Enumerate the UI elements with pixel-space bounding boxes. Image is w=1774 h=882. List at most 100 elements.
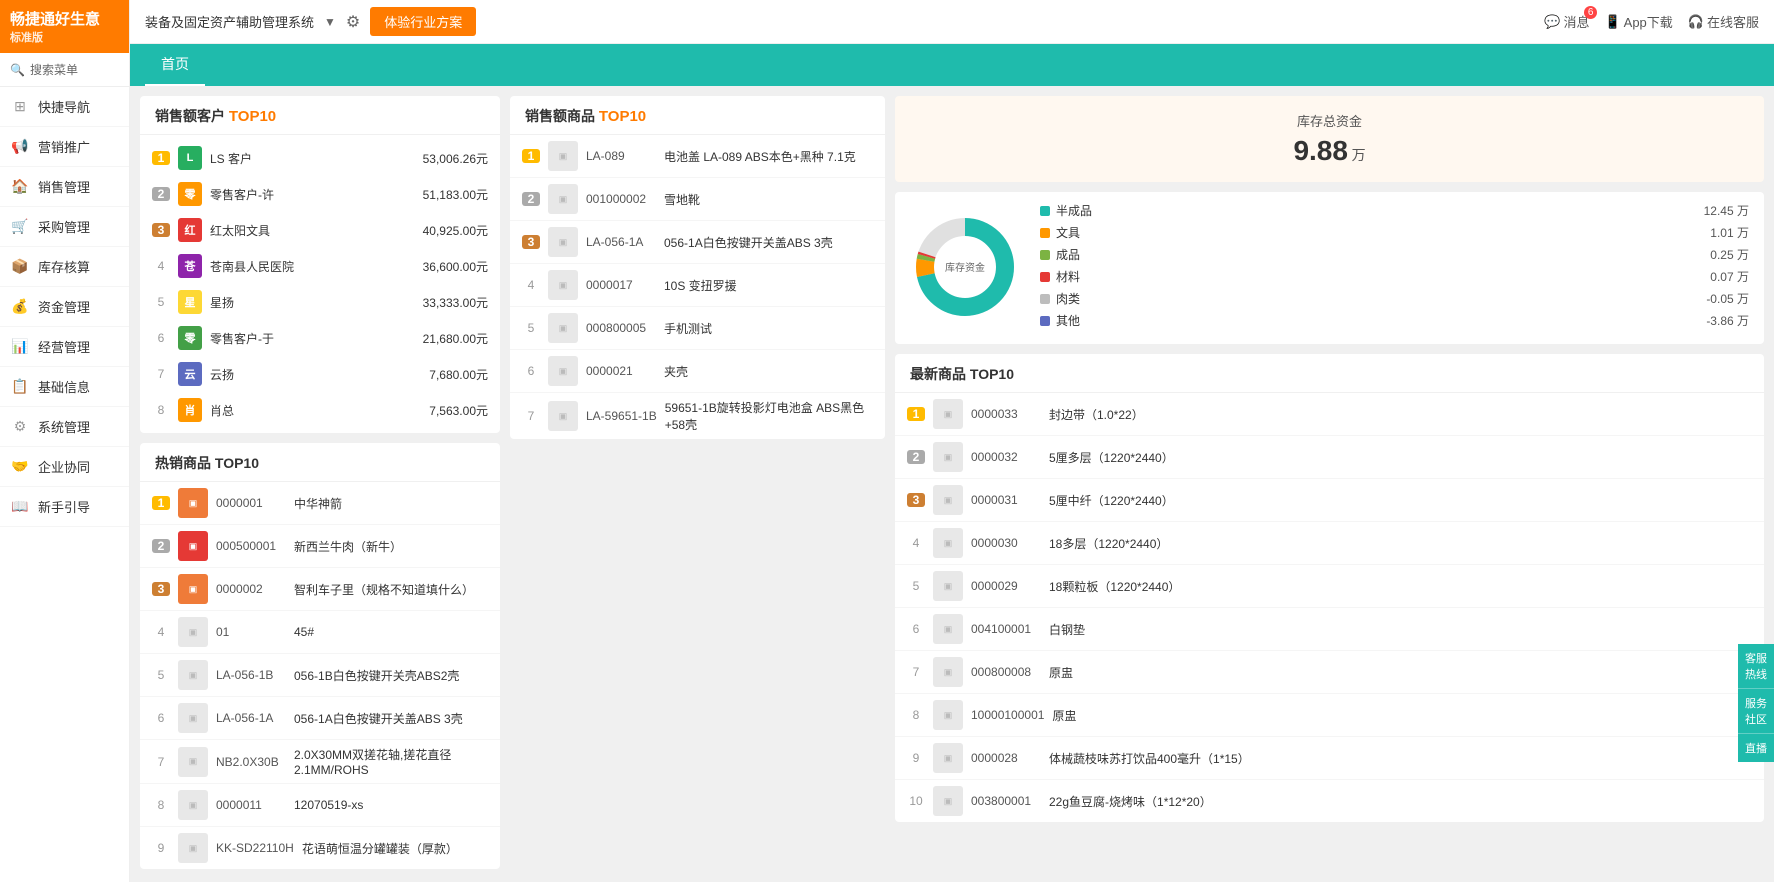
newest-list: 1 ▣ 0000033 封边带（1.0*22） 2 ▣ 0000032 5厘多层… — [895, 393, 1764, 822]
product-image: ▣ — [933, 743, 963, 773]
customer-avatar: 苍 — [178, 254, 202, 278]
product-name: 电池盖 LA-089 ABS本色+黑种 7.1克 — [664, 148, 873, 165]
sidebar-item-system[interactable]: ⚙ 系统管理 — [0, 407, 129, 447]
customer-rank-list: 1 L LS 客户 53,006.26元 2 零 零售客户-许 51,183.0… — [140, 135, 500, 433]
tab-home[interactable]: 首页 — [145, 44, 205, 86]
customer-name: 红太阳文具 — [210, 222, 415, 239]
hot-products-list: 1 ▣ 0000001 中华神箭 2 ▣ 000500001 新西兰牛肉（新牛）… — [140, 482, 500, 869]
sidebar-item-label: 基础信息 — [38, 377, 90, 396]
product-code: LA-056-1A — [216, 711, 286, 725]
sidebar-item-label: 系统管理 — [38, 417, 90, 436]
product-name: 封边带（1.0*22） — [1049, 406, 1752, 423]
rank-number: 3 — [907, 493, 925, 507]
legend-value: 12.45 万 — [1704, 202, 1749, 219]
middle-product-row: 4 ▣ 0000017 10S 变扭罗援 — [510, 264, 885, 307]
sidebar-item-guide[interactable]: 📖 新手引导 — [0, 487, 129, 527]
customer-rank-row: 1 L LS 客户 53,006.26元 — [140, 140, 500, 176]
chart-label: 库存资金 — [945, 261, 985, 274]
newest-product-row: 7 ▣ 000800008 原盅 — [895, 651, 1764, 694]
newest-products-card: 最新商品 TOP10 1 ▣ 0000033 封边带（1.0*22） 2 ▣ 0… — [895, 354, 1764, 822]
rank-number: 1 — [907, 407, 925, 421]
sidebar-item-sales[interactable]: 🏠 销售管理 — [0, 167, 129, 207]
product-image: ▣ — [178, 617, 208, 647]
search-menu[interactable]: 🔍 搜索菜单 — [0, 53, 129, 87]
product-image: ▣ — [933, 614, 963, 644]
legend-name: 肉类 — [1056, 290, 1700, 307]
trial-button[interactable]: 体验行业方案 — [370, 7, 476, 36]
customer-avatar: 星 — [178, 290, 202, 314]
product-image: ▣ — [548, 141, 578, 171]
float-service-btn[interactable]: 直播 — [1738, 734, 1774, 762]
product-code: 01 — [216, 625, 286, 639]
topbar-right: 💬 消息 6 📱 App下载 🎧 在线客服 — [1544, 12, 1759, 31]
middle-list: 1 ▣ LA-089 电池盖 LA-089 ABS本色+黑种 7.1克 2 ▣ … — [510, 135, 885, 439]
product-image: ▣ — [548, 313, 578, 343]
mobile-icon: 📱 — [1604, 14, 1620, 30]
app-download-btn[interactable]: 📱 App下载 — [1604, 12, 1672, 31]
dropdown-arrow[interactable]: ▼ — [324, 15, 336, 29]
sidebar-item-operations[interactable]: 📊 经营管理 — [0, 327, 129, 367]
newest-products-label: 最新商品 TOP10 — [910, 366, 1014, 382]
system-name: 装备及固定资产辅助管理系统 — [145, 12, 314, 31]
newest-product-row: 10 ▣ 003800001 22g鱼豆腐-烧烤味（1*12*20） — [895, 780, 1764, 822]
rank-number: 3 — [152, 223, 170, 237]
float-service-btn[interactable]: 客服热线 — [1738, 644, 1774, 689]
product-image: ▣ — [178, 488, 208, 518]
sidebar-item-cooperation[interactable]: 🤝 企业协同 — [0, 447, 129, 487]
float-service: 客服热线服务社区直播 — [1738, 644, 1774, 762]
sidebar-item-label: 销售管理 — [38, 177, 90, 196]
product-code: 10000100001 — [971, 708, 1044, 722]
inventory-value-unit: 万 — [1352, 147, 1366, 163]
legend-color — [1040, 206, 1050, 216]
product-name: 夹壳 — [664, 363, 873, 380]
top10-badge: TOP10 — [229, 108, 276, 125]
hot-products-title: 热销商品 TOP10 — [140, 443, 500, 482]
customer-rank-row: 4 苍 苍南县人民医院 36,600.00元 — [140, 248, 500, 284]
main-area: 装备及固定资产辅助管理系统 ▼ ⚙ 体验行业方案 💬 消息 6 📱 App下载 … — [130, 0, 1774, 882]
online-service-btn[interactable]: 🎧 在线客服 — [1688, 12, 1759, 31]
logo-title: 畅捷通好生意 — [10, 8, 100, 29]
hot-product-row: 8 ▣ 0000011 12070519-xs — [140, 784, 500, 827]
sidebar-item-purchase[interactable]: 🛒 采购管理 — [0, 207, 129, 247]
hot-product-row: 5 ▣ LA-056-1B 056-1B白色按键开关壳ABS2壳 — [140, 654, 500, 697]
rank-number: 1 — [522, 149, 540, 163]
newest-products-title: 最新商品 TOP10 — [895, 354, 1764, 393]
sidebar-item-label: 营销推广 — [38, 137, 90, 156]
sidebar-item-finance[interactable]: 💰 资金管理 — [0, 287, 129, 327]
rank-number: 6 — [907, 622, 925, 636]
app-download-label: App下载 — [1624, 12, 1673, 31]
inventory-icon: 📦 — [10, 258, 30, 275]
product-code: KK-SD22110H — [216, 841, 294, 855]
product-image: ▣ — [178, 747, 208, 777]
product-code: NB2.0X30B — [216, 755, 286, 769]
sidebar: 畅捷通好生意 标准版 🔍 搜索菜单 ⊞ 快捷导航 📢 营销推广 🏠 销售管理 🛒… — [0, 0, 130, 882]
customer-name: 苍南县人民医院 — [210, 258, 415, 275]
sidebar-item-basic-info[interactable]: 📋 基础信息 — [0, 367, 129, 407]
app-logo: 畅捷通好生意 标准版 — [0, 0, 129, 53]
product-image: ▣ — [933, 528, 963, 558]
sidebar-item-label: 快捷导航 — [38, 97, 90, 116]
product-name: 新西兰牛肉（新牛） — [294, 538, 488, 555]
donut-area: 库存资金 半成品 12.45 万 文具 1.01 万 成品 0.25 万 材料 … — [895, 192, 1764, 344]
rank-number: 5 — [152, 668, 170, 682]
product-image: ▣ — [548, 356, 578, 386]
sidebar-item-marketing[interactable]: 📢 营销推广 — [0, 127, 129, 167]
settings-icon[interactable]: ⚙ — [346, 12, 360, 32]
rank-number: 4 — [522, 278, 540, 292]
rank-number: 2 — [152, 539, 170, 553]
product-code: 0000029 — [971, 579, 1041, 593]
legend-value: 0.25 万 — [1710, 246, 1749, 263]
sidebar-item-quick-nav[interactable]: ⊞ 快捷导航 — [0, 87, 129, 127]
middle-product-row: 7 ▣ LA-59651-1B 59651-1B旋转投影灯电池盒 ABS黑色+5… — [510, 393, 885, 439]
customer-value: 53,006.26元 — [423, 150, 488, 167]
customer-rank-row: 5 星 星扬 33,333.00元 — [140, 284, 500, 320]
product-name: 原盅 — [1052, 707, 1752, 724]
rank-number: 7 — [907, 665, 925, 679]
sidebar-item-inventory[interactable]: 📦 库存核算 — [0, 247, 129, 287]
product-code: LA-089 — [586, 149, 656, 163]
message-btn[interactable]: 💬 消息 6 — [1544, 12, 1589, 31]
float-service-btn[interactable]: 服务社区 — [1738, 689, 1774, 734]
legend-value: -3.86 万 — [1706, 312, 1749, 329]
hot-product-row: 3 ▣ 0000002 智利车子里（规格不知道填什么） — [140, 568, 500, 611]
product-code: 001000002 — [586, 192, 656, 206]
